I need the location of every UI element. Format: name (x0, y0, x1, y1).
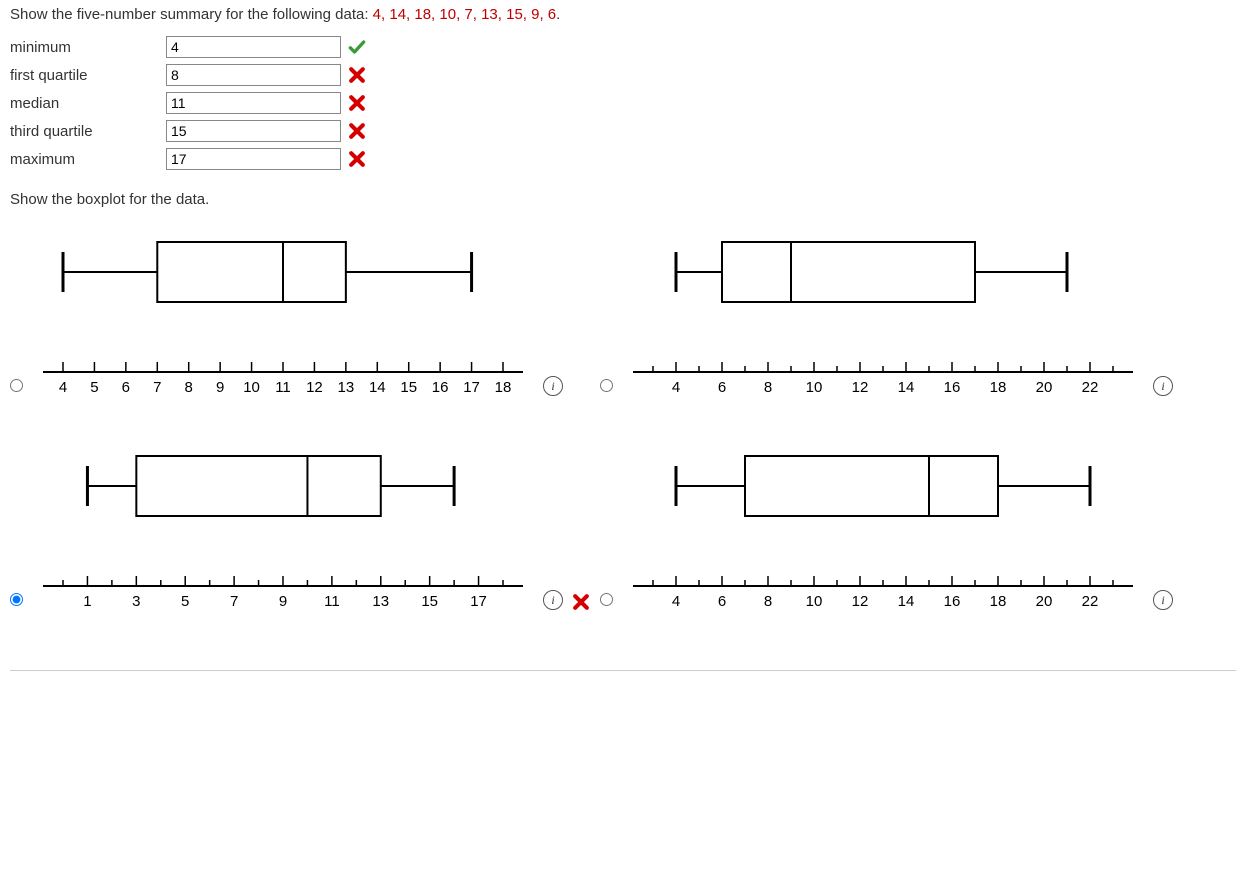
check-icon (347, 33, 373, 61)
svg-text:16: 16 (944, 593, 961, 610)
cross-icon (347, 145, 373, 173)
svg-text:22: 22 (1082, 379, 1099, 396)
cross-icon (571, 592, 591, 612)
svg-text:11: 11 (275, 379, 291, 396)
summary-input-first-quartile[interactable] (166, 64, 341, 86)
svg-text:15: 15 (400, 379, 417, 396)
question-prompt: Show the five-number summary for the fol… (10, 6, 1236, 23)
summary-row: minimum (10, 33, 373, 61)
svg-text:11: 11 (324, 593, 340, 610)
prompt-suffix: . (556, 6, 560, 23)
choice-radio-d[interactable] (600, 593, 613, 606)
info-icon[interactable]: i (1153, 376, 1173, 396)
svg-text:22: 22 (1082, 593, 1099, 610)
svg-text:3: 3 (132, 593, 140, 610)
boxplot-svg: 1357911131517 (33, 436, 533, 626)
svg-text:4: 4 (672, 379, 680, 396)
svg-text:6: 6 (718, 379, 726, 396)
svg-text:10: 10 (806, 379, 823, 396)
boxplot-b: 4 6 8 10 12 14 16 18 20 22 (623, 222, 1143, 416)
choice-radio-b[interactable] (600, 379, 613, 392)
cross-icon (347, 61, 373, 89)
summary-inputs: minimumfirst quartilemedianthird quartil… (10, 33, 373, 173)
summary-label: third quartile (10, 117, 166, 145)
svg-text:4: 4 (672, 593, 680, 610)
svg-text:6: 6 (122, 379, 130, 396)
svg-text:20: 20 (1036, 593, 1053, 610)
svg-text:8: 8 (764, 593, 772, 610)
svg-text:13: 13 (372, 593, 389, 610)
summary-label: first quartile (10, 61, 166, 89)
svg-text:18: 18 (990, 593, 1007, 610)
svg-text:17: 17 (463, 379, 480, 396)
separator (10, 670, 1236, 671)
summary-label: median (10, 89, 166, 117)
boxplot-prompt: Show the boxplot for the data. (10, 191, 1236, 208)
summary-input-median[interactable] (166, 92, 341, 114)
svg-text:10: 10 (806, 593, 823, 610)
choice-b: 4 6 8 10 12 14 16 18 20 22 i (600, 222, 1220, 416)
svg-text:12: 12 (306, 379, 323, 396)
prompt-prefix: Show the five-number summary for the fol… (10, 6, 373, 23)
summary-row: maximum (10, 145, 373, 173)
svg-text:9: 9 (216, 379, 224, 396)
svg-text:7: 7 (230, 593, 238, 610)
boxplot-svg: 4 5 6 7 8 9 10 11 12 13 14 15 16 17 18 (33, 222, 533, 412)
svg-text:4: 4 (59, 379, 67, 396)
choice-a: 4 5 6 7 8 9 10 11 12 13 14 15 16 17 18 i (10, 222, 590, 416)
svg-text:10: 10 (243, 379, 260, 396)
cross-icon (347, 117, 373, 145)
choice-radio-c[interactable] (10, 593, 23, 606)
summary-input-third-quartile[interactable] (166, 120, 341, 142)
svg-text:12: 12 (852, 593, 869, 610)
svg-text:6: 6 (718, 593, 726, 610)
summary-row: third quartile (10, 117, 373, 145)
svg-text:20: 20 (1036, 379, 1053, 396)
boxplot-c: 1357911131517 (33, 436, 533, 630)
svg-text:8: 8 (764, 379, 772, 396)
summary-label: maximum (10, 145, 166, 173)
svg-text:14: 14 (898, 379, 915, 396)
boxplot-svg: 4 6 8 10 12 14 16 18 20 22 (623, 222, 1143, 412)
prompt-data: 4, 14, 18, 10, 7, 13, 15, 9, 6 (373, 6, 556, 23)
summary-input-maximum[interactable] (166, 148, 341, 170)
svg-text:15: 15 (421, 593, 438, 610)
info-icon[interactable]: i (543, 590, 563, 610)
summary-label: minimum (10, 33, 166, 61)
svg-text:7: 7 (153, 379, 161, 396)
boxplot-d: 4 6 8 10 12 14 16 18 20 22 (623, 436, 1143, 630)
summary-row: first quartile (10, 61, 373, 89)
svg-text:18: 18 (990, 379, 1007, 396)
svg-text:17: 17 (470, 593, 487, 610)
svg-text:1: 1 (83, 593, 91, 610)
svg-text:18: 18 (495, 379, 512, 396)
summary-input-minimum[interactable] (166, 36, 341, 58)
cross-icon (347, 89, 373, 117)
info-icon[interactable]: i (1153, 590, 1173, 610)
info-icon[interactable]: i (543, 376, 563, 396)
choice-radio-a[interactable] (10, 379, 23, 392)
svg-text:8: 8 (185, 379, 193, 396)
svg-text:16: 16 (944, 379, 961, 396)
svg-text:5: 5 (90, 379, 98, 396)
boxplot-svg: 4 6 8 10 12 14 16 18 20 22 (623, 436, 1143, 626)
svg-text:14: 14 (898, 593, 915, 610)
svg-text:12: 12 (852, 379, 869, 396)
choice-d: 4 6 8 10 12 14 16 18 20 22 i (600, 436, 1220, 630)
boxplot-a: 4 5 6 7 8 9 10 11 12 13 14 15 16 17 18 (33, 222, 533, 416)
svg-text:14: 14 (369, 379, 386, 396)
summary-row: median (10, 89, 373, 117)
svg-text:9: 9 (279, 593, 287, 610)
svg-text:16: 16 (432, 379, 449, 396)
svg-text:5: 5 (181, 593, 189, 610)
boxplot-choices: 456789101112131415161718i468101214161820… (10, 222, 1236, 630)
choice-c: 1357911131517i (10, 436, 590, 630)
svg-text:13: 13 (338, 379, 355, 396)
